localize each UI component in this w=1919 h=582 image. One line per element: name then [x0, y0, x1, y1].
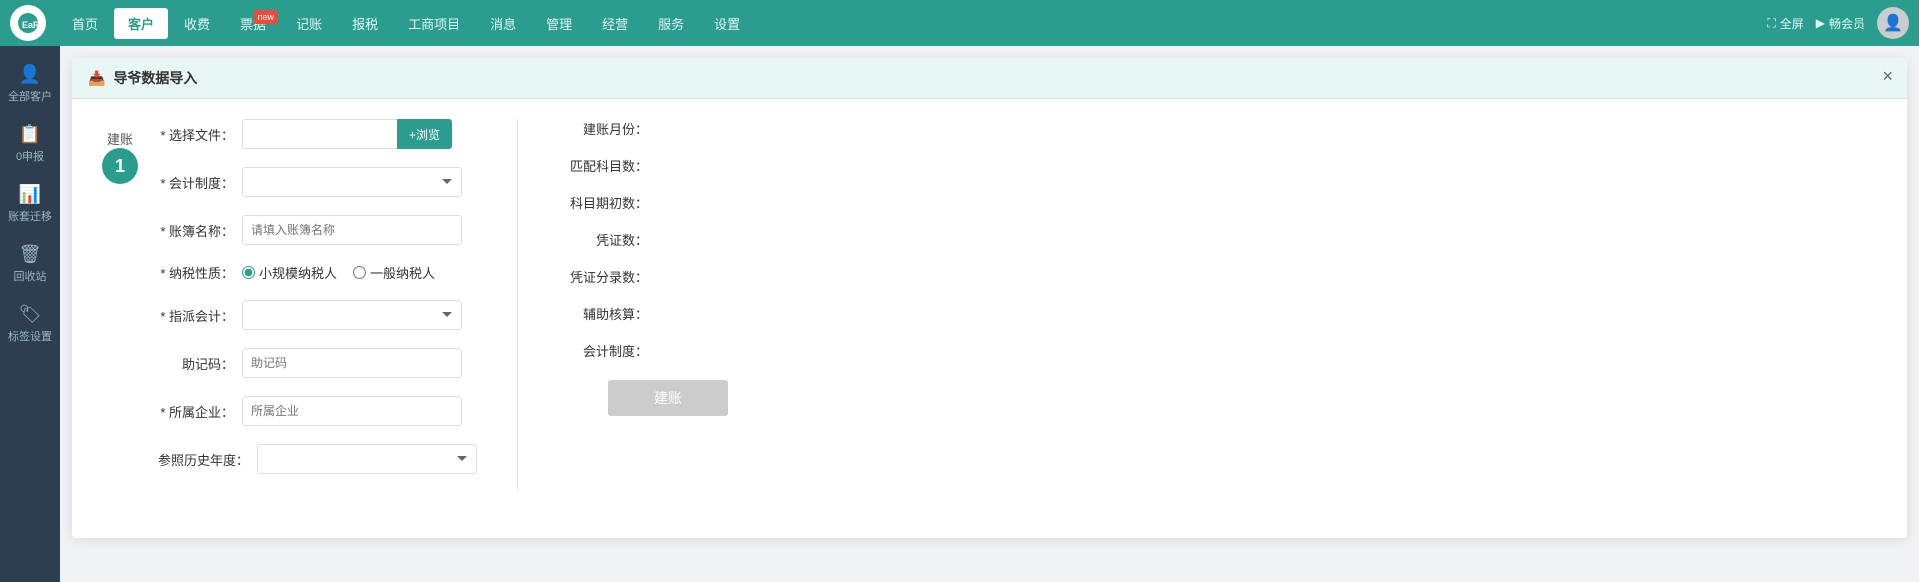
avatar[interactable]: 👤	[1877, 7, 1909, 39]
step-section: 建账 1 * 选择文件： +浏览	[102, 119, 477, 492]
nav-services[interactable]: 服务	[644, 8, 698, 39]
recycle-icon: 🗑	[19, 244, 42, 265]
section-divider	[517, 119, 518, 492]
info-voucher-entries-label: 凭证分录数：	[558, 267, 648, 286]
member-icon: ▶	[1816, 16, 1825, 30]
info-aux-row: 辅助核算：	[558, 304, 778, 323]
dialog-title: 导爷数据导入	[113, 68, 197, 88]
info-period-row: 科目期初数：	[558, 193, 778, 212]
sidebar-item-tags[interactable]: 🏷 标签设置	[0, 296, 60, 352]
file-input-group: +浏览	[242, 119, 452, 149]
history-year-label: 参照历史年度：	[154, 450, 249, 469]
nav-items: 首页 客户 收费 票据 new 记账 报税 工商项目 消息 管理 经营 服务 设…	[58, 8, 1767, 39]
company-input[interactable]	[242, 396, 462, 426]
close-button[interactable]: ×	[1882, 66, 1893, 87]
build-account-button[interactable]: 建账	[608, 380, 728, 416]
nav-messages[interactable]: 消息	[476, 8, 530, 39]
info-accounting-row: 会计制度：	[558, 341, 778, 360]
top-navigation: EaRP 首页 客户 收费 票据 new 记账 报税 工商项目 消息 管理 经营…	[0, 0, 1919, 46]
nav-fees[interactable]: 收费	[170, 8, 224, 39]
sidebar-item-all-customers[interactable]: 👤 全部客户	[0, 56, 60, 112]
sidebar: 👤 全部客户 📋 0申报 📊 账套迁移 🗑 回收站 🏷 标签设置	[0, 46, 60, 582]
nav-tax[interactable]: 报税	[338, 8, 392, 39]
info-voucher-row: 凭证数：	[558, 230, 778, 249]
all-customers-icon: 👤	[19, 64, 41, 85]
info-match-label: 匹配科目数：	[558, 156, 648, 175]
svg-text:EaRP: EaRP	[22, 20, 40, 30]
company-label: * 所属企业：	[154, 402, 234, 421]
info-voucher-entries-row: 凭证分录数：	[558, 267, 778, 286]
file-label: * 选择文件：	[154, 125, 234, 144]
tax-small-option[interactable]: 小规模纳税人	[242, 263, 337, 282]
browse-button[interactable]: +浏览	[397, 119, 452, 149]
accounting-system-select[interactable]	[242, 167, 462, 197]
fullscreen-icon: ⛶	[1767, 16, 1775, 31]
content-area: 📥 导爷数据导入 × 建账 1 * 选择文件：	[60, 46, 1919, 582]
nav-home[interactable]: 首页	[58, 8, 112, 39]
dialog-body: 建账 1 * 选择文件： +浏览	[72, 99, 1907, 512]
topnav-right: ⛶ 全屏 ▶ 畅会员 👤	[1767, 7, 1909, 39]
assign-accountant-select[interactable]	[242, 300, 462, 330]
app-logo: EaRP	[10, 5, 46, 41]
sidebar-item-recycle[interactable]: 🗑 回收站	[0, 236, 60, 292]
info-month-label: 建账月份：	[558, 119, 648, 138]
new-badge: new	[254, 10, 279, 24]
accounting-system-label: * 会计制度：	[154, 173, 234, 192]
member-btn[interactable]: ▶ 畅会员	[1816, 15, 1865, 32]
file-row: * 选择文件： +浏览	[154, 119, 477, 149]
tax-general-option[interactable]: 一般纳税人	[353, 263, 435, 282]
import-icon: 📥	[88, 70, 105, 87]
assign-accountant-label: * 指派会计：	[154, 306, 234, 325]
sidebar-item-migration[interactable]: 📊 账套迁移	[0, 176, 60, 232]
fullscreen-btn[interactable]: ⛶ 全屏	[1767, 15, 1803, 32]
tax-general-radio[interactable]	[353, 266, 366, 279]
info-month-row: 建账月份：	[558, 119, 778, 138]
accounting-system-row: * 会计制度：	[154, 167, 477, 197]
memo-label: 助记码：	[154, 354, 234, 373]
ledger-name-row: * 账簿名称：	[154, 215, 477, 245]
nav-bookkeeping[interactable]: 记账	[282, 8, 336, 39]
sidebar-item-declaration[interactable]: 📋 0申报	[0, 116, 60, 172]
import-dialog: 📥 导爷数据导入 × 建账 1 * 选择文件：	[72, 58, 1907, 538]
memo-row: 助记码：	[154, 348, 477, 378]
form-section: * 选择文件： +浏览 * 会计制度：	[154, 119, 477, 492]
step-label: 建账	[107, 129, 133, 148]
tags-icon: 🏷	[19, 304, 42, 325]
migration-icon: 📊	[19, 184, 41, 205]
info-aux-label: 辅助核算：	[558, 304, 648, 323]
nav-settings[interactable]: 设置	[700, 8, 754, 39]
step-circle: 1	[102, 148, 138, 184]
build-btn-wrap: 建账	[558, 380, 778, 416]
info-accounting-label: 会计制度：	[558, 341, 648, 360]
company-row: * 所属企业：	[154, 396, 477, 426]
main-layout: 👤 全部客户 📋 0申报 📊 账套迁移 🗑 回收站 🏷 标签设置 📥 导爷数据导…	[0, 46, 1919, 582]
tax-small-radio[interactable]	[242, 266, 255, 279]
info-section: 建账月份： 匹配科目数： 科目期初数： 凭证数：	[558, 119, 778, 492]
declaration-icon: 📋	[19, 124, 41, 145]
assign-accountant-row: * 指派会计：	[154, 300, 477, 330]
info-voucher-label: 凭证数：	[558, 230, 648, 249]
info-match-row: 匹配科目数：	[558, 156, 778, 175]
nav-customers[interactable]: 客户	[114, 8, 168, 39]
file-input[interactable]	[242, 119, 397, 149]
ledger-name-label: * 账簿名称：	[154, 221, 234, 240]
nav-operations[interactable]: 经营	[588, 8, 642, 39]
nav-invoices[interactable]: 票据 new	[226, 8, 280, 39]
dialog-header: 📥 导爷数据导入	[72, 58, 1907, 99]
nav-business[interactable]: 工商项目	[394, 8, 474, 39]
memo-input[interactable]	[242, 348, 462, 378]
ledger-name-input[interactable]	[242, 215, 462, 245]
info-period-label: 科目期初数：	[558, 193, 648, 212]
history-year-select[interactable]	[257, 444, 477, 474]
tax-nature-label: * 纳税性质：	[154, 263, 234, 282]
history-year-row: 参照历史年度：	[154, 444, 477, 474]
tax-nature-row: * 纳税性质： 小规模纳税人 一般纳税人	[154, 263, 477, 282]
tax-nature-radio-group: 小规模纳税人 一般纳税人	[242, 263, 435, 282]
nav-management[interactable]: 管理	[532, 8, 586, 39]
